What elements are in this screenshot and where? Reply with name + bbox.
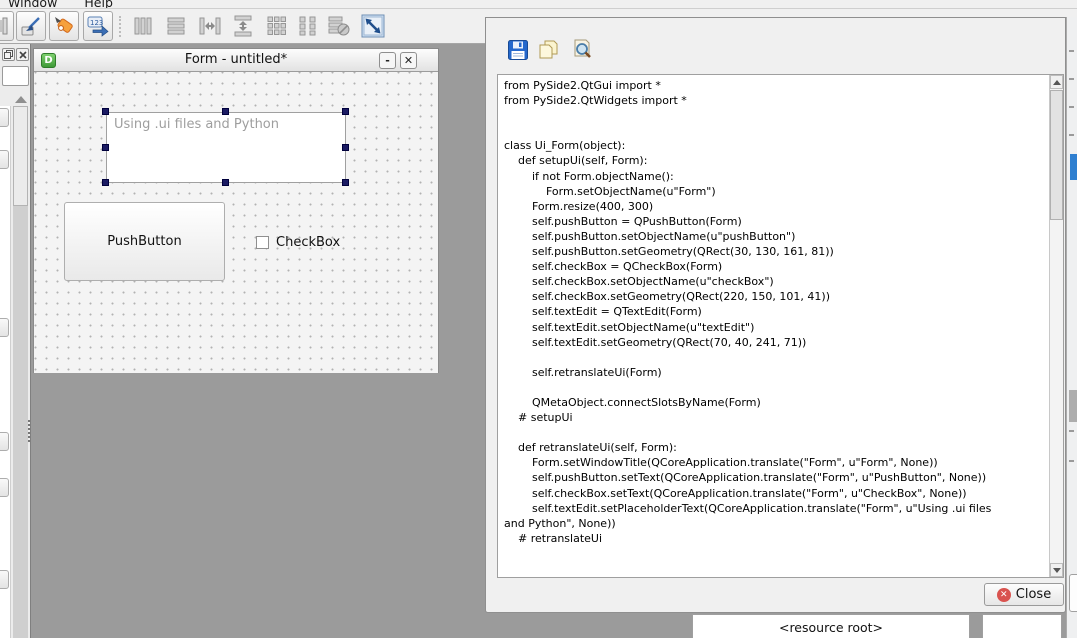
selection-handle-top-left[interactable]	[102, 108, 109, 115]
arrow-up-icon	[1053, 80, 1061, 85]
find-icon	[571, 39, 593, 61]
close-button-label: Close	[1016, 587, 1051, 602]
edit-signals-slots-icon	[20, 15, 42, 37]
layout-horizontal-splitter-button[interactable]	[195, 11, 225, 41]
widget-category-header[interactable]	[0, 108, 9, 127]
edit-tab-order-button[interactable]: 123	[83, 11, 113, 41]
selection-handle-top-right[interactable]	[342, 108, 349, 115]
save-icon	[507, 39, 529, 61]
arrow-down-icon	[1053, 568, 1061, 573]
tree-branch-mark	[1069, 430, 1074, 432]
toolbar-separator	[119, 16, 121, 37]
close-red-icon: ✕	[997, 588, 1011, 602]
selected-row-highlight[interactable]	[1070, 154, 1077, 180]
edit-widgets-button[interactable]	[0, 11, 14, 41]
selection-handle-bottom-right[interactable]	[342, 179, 349, 186]
right-panel-box-fragment	[1069, 574, 1077, 612]
layout-form-button[interactable]	[293, 11, 323, 41]
form-minimize-button[interactable]: -	[379, 52, 396, 69]
adjust-size-button[interactable]	[358, 11, 388, 41]
tree-branch-mark	[1069, 50, 1074, 52]
svg-text:123: 123	[90, 19, 103, 27]
adjust-size-icon	[361, 14, 385, 38]
layout-horizontal-icon	[132, 15, 154, 37]
edit-buddies-icon	[53, 15, 75, 37]
save-code-button[interactable]	[505, 38, 531, 62]
tree-branch-mark	[1069, 106, 1074, 108]
resource-root-item[interactable]: <resource root>	[692, 614, 970, 638]
push-button-label: PushButton	[107, 234, 181, 249]
widget-box-panel	[0, 44, 31, 638]
form-close-button[interactable]: ✕	[400, 52, 417, 69]
edit-buddies-button[interactable]	[49, 11, 79, 41]
layout-vertical-splitter-button[interactable]	[228, 11, 258, 41]
generated-code-text[interactable]: from PySide2.QtGui import * from PySide2…	[498, 75, 1049, 549]
checkbox-indicator[interactable]	[256, 236, 269, 249]
check-box-label: CheckBox	[276, 235, 340, 250]
code-view[interactable]: from PySide2.QtGui import * from PySide2…	[497, 74, 1064, 578]
layout-grid-icon	[266, 15, 288, 37]
code-scrollbar-thumb[interactable]	[1050, 90, 1063, 220]
scrollbar-down-button[interactable]	[1050, 563, 1063, 577]
check-box-widget[interactable]: CheckBox	[254, 222, 355, 263]
break-layout-button[interactable]	[324, 11, 354, 41]
widget-category-header[interactable]	[0, 570, 9, 589]
layout-grid-button[interactable]	[262, 11, 292, 41]
selection-handle-top[interactable]	[222, 108, 229, 115]
form-window-titlebar[interactable]: D Form - untitled* - ✕	[34, 49, 438, 72]
widget-category-header[interactable]	[0, 318, 9, 337]
code-preview-dialog: from PySide2.QtGui import * from PySide2…	[485, 17, 1066, 613]
form-editor-window: D Form - untitled* - ✕ Using .ui files a…	[33, 48, 439, 373]
close-icon	[19, 51, 27, 59]
scroll-up-icon[interactable]	[15, 96, 27, 103]
tree-branch-mark	[1069, 460, 1074, 462]
copy-all-icon	[536, 39, 560, 61]
edit-tab-order-icon: 123	[87, 15, 109, 37]
code-scrollbar[interactable]	[1049, 75, 1063, 577]
form-window-title: Form - untitled*	[34, 52, 438, 67]
layout-horizontal-splitter-icon	[199, 15, 221, 37]
widget-box-search-input[interactable]	[2, 66, 29, 86]
text-edit-placeholder: Using .ui files and Python	[114, 117, 279, 132]
layout-form-icon	[297, 15, 319, 37]
float-window-icon	[4, 50, 13, 59]
close-dialog-button[interactable]: ✕ Close	[984, 583, 1064, 606]
widget-box-close-button[interactable]	[16, 48, 29, 61]
right-panel-scrollbar-thumb[interactable]	[1069, 390, 1077, 422]
layout-vertical-button[interactable]	[161, 11, 191, 41]
copy-all-button[interactable]	[535, 38, 561, 62]
edit-widgets-icon	[0, 15, 10, 37]
layout-vertical-splitter-icon	[232, 15, 254, 37]
break-layout-icon	[328, 15, 350, 37]
qt-designer-screen: Window Help	[0, 0, 1077, 638]
selection-handle-left[interactable]	[102, 144, 109, 151]
layout-vertical-icon	[165, 15, 187, 37]
find-button[interactable]	[569, 38, 595, 62]
widget-category-header[interactable]	[0, 478, 9, 497]
widget-box-scrollbar-thumb[interactable]	[13, 106, 28, 206]
selection-handle-right[interactable]	[342, 144, 349, 151]
text-edit-widget[interactable]: Using .ui files and Python	[106, 112, 346, 183]
right-dock-panel	[1066, 17, 1077, 638]
selection-handle-bottom-left[interactable]	[102, 179, 109, 186]
form-canvas[interactable]: Using .ui files and Python PushButton Ch…	[34, 72, 438, 373]
tree-branch-mark	[1069, 78, 1074, 80]
widget-category-header[interactable]	[0, 432, 9, 451]
push-button-widget[interactable]: PushButton	[64, 202, 225, 281]
widget-category-header[interactable]	[0, 150, 9, 169]
widget-box-list[interactable]	[0, 106, 11, 638]
edit-signals-slots-button[interactable]	[16, 11, 46, 41]
splitter-handle[interactable]	[28, 420, 30, 442]
scrollbar-up-button[interactable]	[1050, 75, 1063, 89]
layout-horizontal-button[interactable]	[128, 11, 158, 41]
menu-bar: Window Help	[0, 0, 1077, 9]
widget-box-float-button[interactable]	[2, 48, 15, 61]
menu-window[interactable]: Window	[8, 0, 57, 9]
selection-handle-bottom[interactable]	[222, 179, 229, 186]
menu-help[interactable]: Help	[84, 0, 113, 9]
resource-preview-box	[982, 614, 1062, 638]
tree-branch-mark	[1069, 134, 1074, 136]
